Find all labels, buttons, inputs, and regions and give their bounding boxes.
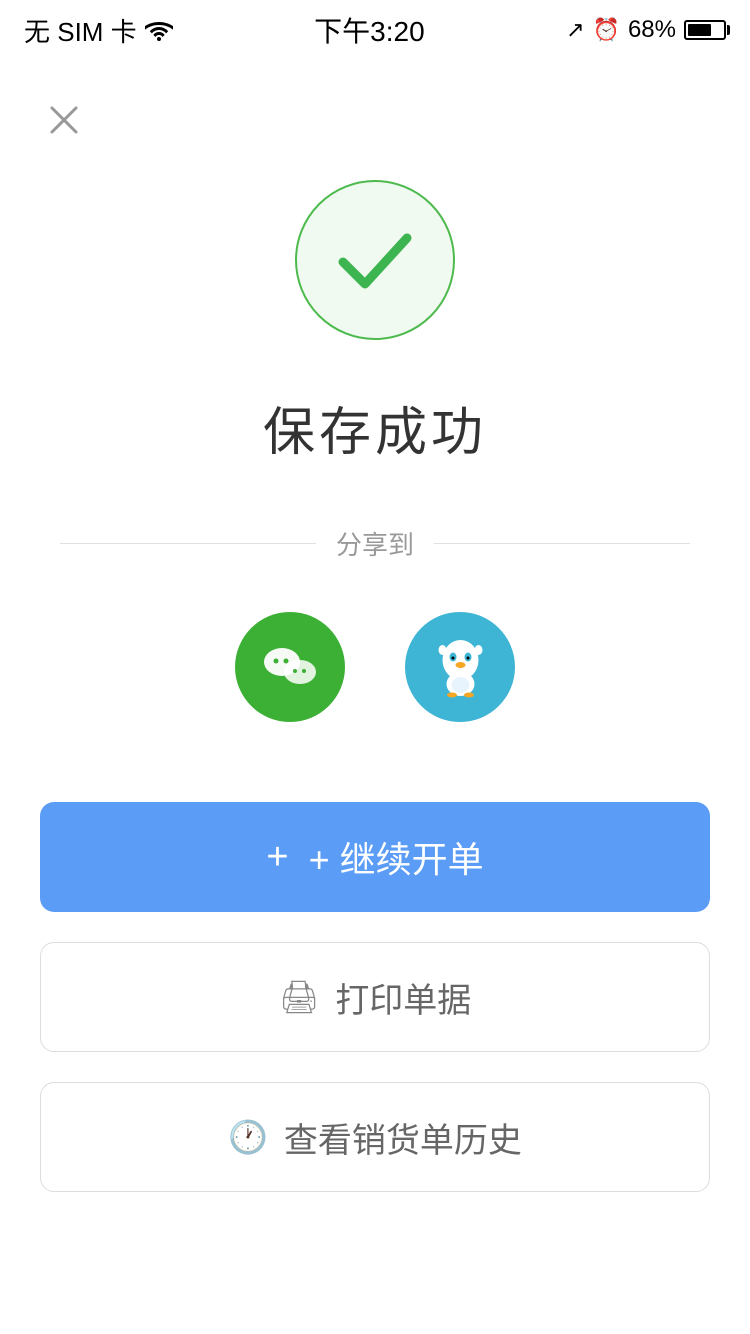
print-button[interactable]: 🖨 打印单据 bbox=[40, 942, 710, 1052]
history-button[interactable]: 🕐 查看销货单历史 bbox=[40, 1082, 710, 1192]
battery-icon bbox=[684, 20, 726, 40]
close-icon bbox=[46, 102, 82, 138]
share-divider: 分享到 bbox=[0, 525, 750, 562]
history-label: 查看销货单历史 bbox=[284, 1113, 522, 1162]
checkmark-icon bbox=[335, 228, 415, 293]
battery-percent: 68% bbox=[628, 16, 676, 44]
close-button[interactable] bbox=[40, 96, 88, 144]
status-right: ↗ ⏰ 68% bbox=[566, 16, 726, 44]
success-title: 保存成功 bbox=[263, 390, 487, 465]
alarm-icon: ⏰ bbox=[593, 17, 620, 43]
success-area: 保存成功 bbox=[0, 60, 750, 465]
wifi-icon bbox=[145, 19, 173, 41]
continue-button[interactable]: + + 继续开单 bbox=[40, 802, 710, 912]
main-content: 保存成功 分享到 bbox=[0, 60, 750, 1334]
share-label: 分享到 bbox=[336, 525, 414, 562]
share-icons bbox=[0, 612, 750, 722]
continue-icon: + bbox=[266, 836, 288, 879]
share-section: 分享到 bbox=[0, 525, 750, 722]
history-icon: 🕐 bbox=[228, 1118, 268, 1156]
sim-label: 无 SIM 卡 bbox=[24, 12, 137, 49]
continue-label: + 继续开单 bbox=[309, 831, 484, 883]
action-buttons: + + 继续开单 🖨 打印单据 🕐 查看销货单历史 bbox=[0, 802, 750, 1192]
qq-icon bbox=[428, 632, 493, 702]
status-bar: 无 SIM 卡 下午3:20 ↗ ⏰ 68% bbox=[0, 0, 750, 60]
location-icon: ↗ bbox=[566, 17, 584, 43]
status-time: 下午3:20 bbox=[314, 10, 425, 50]
status-left: 无 SIM 卡 bbox=[24, 12, 173, 49]
wechat-icon bbox=[258, 640, 323, 695]
wechat-share-button[interactable] bbox=[235, 612, 345, 722]
qq-share-button[interactable] bbox=[405, 612, 515, 722]
print-icon: 🖨 bbox=[279, 978, 320, 1016]
success-circle bbox=[295, 180, 455, 340]
print-label: 打印单据 bbox=[335, 973, 471, 1022]
